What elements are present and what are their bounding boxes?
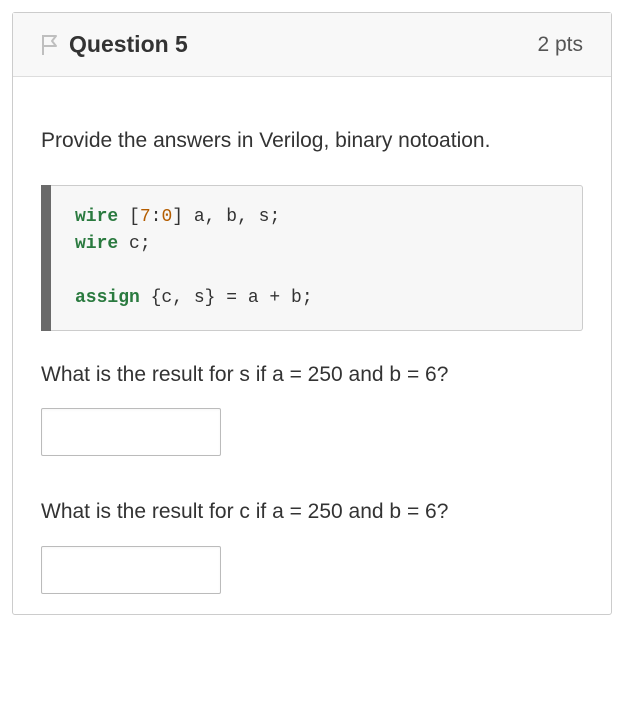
question-card: Question 5 2 pts Provide the answers in … bbox=[12, 12, 612, 615]
code-text: ] a, b, s; bbox=[172, 207, 280, 227]
flag-icon[interactable] bbox=[41, 34, 59, 56]
code-number: 0 bbox=[161, 207, 172, 227]
question-points: 2 pts bbox=[537, 33, 583, 57]
answer-input-c[interactable] bbox=[41, 546, 221, 594]
question-header: Question 5 2 pts bbox=[13, 13, 611, 77]
code-text: {c, s} = a + b; bbox=[140, 288, 313, 308]
question-body: Provide the answers in Verilog, binary n… bbox=[13, 77, 611, 614]
code-content: wire [7:0] a, b, s; wire c; assign {c, s… bbox=[51, 185, 583, 331]
code-block: wire [7:0] a, b, s; wire c; assign {c, s… bbox=[41, 185, 583, 331]
code-number: 7 bbox=[140, 207, 151, 227]
code-text: : bbox=[151, 207, 162, 227]
code-keyword: assign bbox=[75, 288, 140, 308]
prompt-c: What is the result for c if a = 250 and … bbox=[41, 496, 583, 528]
code-text: c; bbox=[118, 234, 150, 254]
question-title-wrap: Question 5 bbox=[41, 31, 188, 58]
code-keyword: wire bbox=[75, 207, 118, 227]
code-text: [ bbox=[118, 207, 140, 227]
question-title: Question 5 bbox=[69, 31, 188, 58]
prompt-s: What is the result for s if a = 250 and … bbox=[41, 359, 583, 391]
answer-input-s[interactable] bbox=[41, 408, 221, 456]
instructions-text: Provide the answers in Verilog, binary n… bbox=[41, 125, 583, 157]
code-keyword: wire bbox=[75, 234, 118, 254]
